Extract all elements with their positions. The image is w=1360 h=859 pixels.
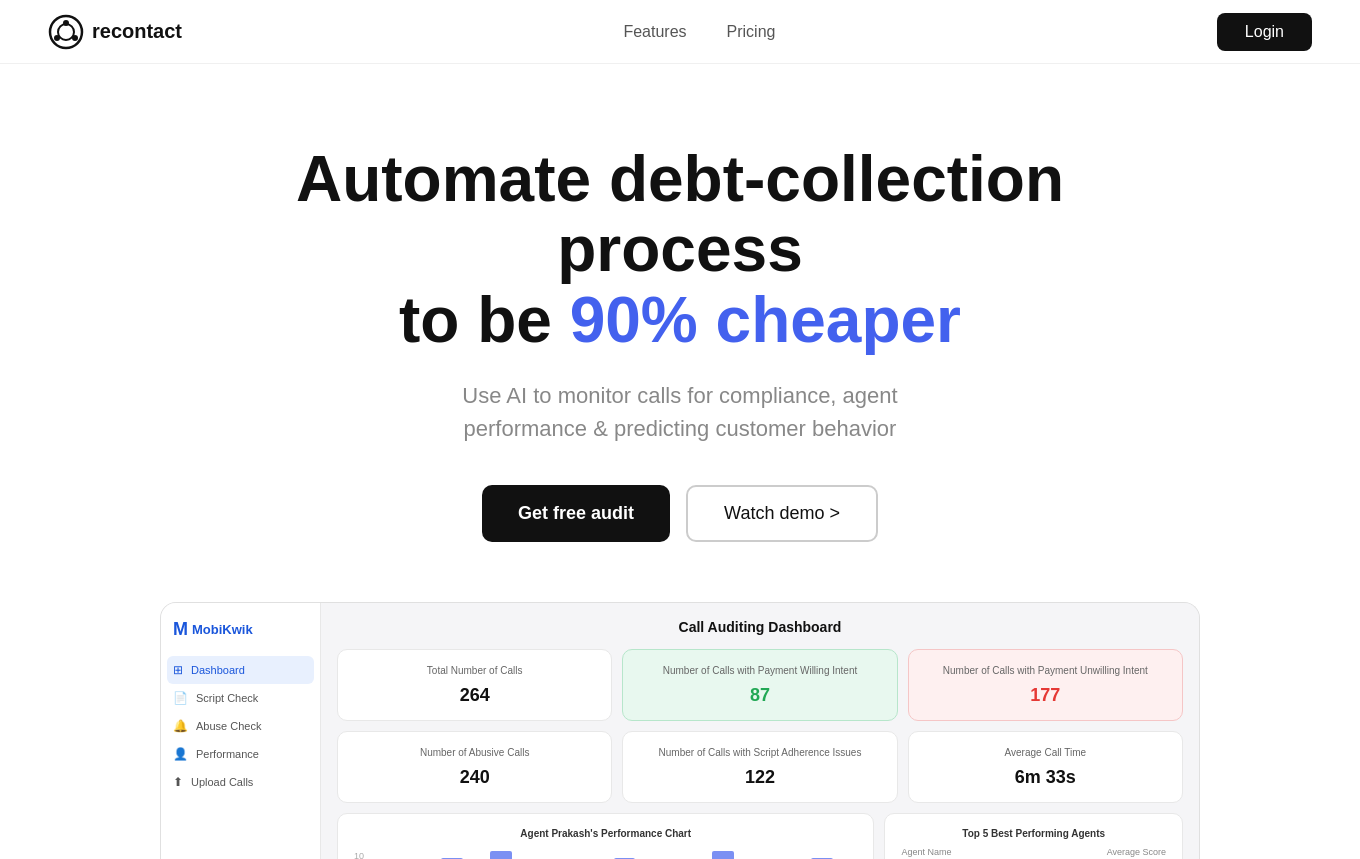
hero-title-highlight: 90% cheaper (570, 284, 961, 356)
nav-links: Features Pricing (623, 23, 775, 41)
card-abusive-label: Number of Abusive Calls (354, 746, 595, 759)
hero-subtitle-line2: performance & predicting customer behavi… (464, 416, 897, 441)
hero-title: Automate debt-collection process to be 9… (230, 144, 1130, 355)
dashboard-sidebar: M MobiKwik ⊞ Dashboard 📄 Script Check 🔔 … (161, 603, 321, 859)
sidebar-item-upload-calls[interactable]: ⬆ Upload Calls (161, 768, 320, 796)
dashboard-title: Call Auditing Dashboard (337, 619, 1183, 635)
dashboard-icon: ⊞ (173, 663, 183, 677)
script-check-icon: 📄 (173, 691, 188, 705)
navbar: recontact Features Pricing Login (0, 0, 1360, 64)
chart-area: 10 (354, 847, 857, 859)
hero-subtitle-line1: Use AI to monitor calls for compliance, … (462, 383, 897, 408)
card-avg-call-time: Average Call Time 6m 33s (908, 731, 1183, 803)
card-unwilling-label: Number of Calls with Payment Unwilling I… (925, 664, 1166, 677)
agents-title: Top 5 Best Performing Agents (901, 828, 1166, 839)
card-willing-value: 87 (639, 685, 880, 706)
card-unwilling-value: 177 (925, 685, 1166, 706)
hero-title-line1: Automate debt-collection process (296, 143, 1064, 285)
card-abusive-value: 240 (354, 767, 595, 788)
card-willing-intent: Number of Calls with Payment Willing Int… (622, 649, 897, 721)
svg-point-2 (63, 20, 69, 26)
chart-title: Agent Prakash's Performance Chart (354, 828, 857, 839)
dashboard-main: Call Auditing Dashboard Total Number of … (321, 603, 1199, 859)
sidebar-item-abuse-check[interactable]: 🔔 Abuse Check (161, 712, 320, 740)
get-free-audit-button[interactable]: Get free audit (482, 485, 670, 542)
performance-icon: 👤 (173, 747, 188, 761)
card-unwilling-intent: Number of Calls with Payment Unwilling I… (908, 649, 1183, 721)
logo: recontact (48, 14, 182, 50)
svg-point-4 (54, 35, 60, 41)
bottom-row: Agent Prakash's Performance Chart 10 Top… (337, 813, 1183, 859)
sidebar-item-performance[interactable]: 👤 Performance (161, 740, 320, 768)
abuse-check-icon: 🔔 (173, 719, 188, 733)
nav-pricing[interactable]: Pricing (727, 23, 776, 41)
nav-features[interactable]: Features (623, 23, 686, 41)
chart-y-label: 10 (354, 851, 364, 859)
sidebar-item-dashboard[interactable]: ⊞ Dashboard (167, 656, 314, 684)
card-script-value: 122 (639, 767, 880, 788)
hero-title-line2-prefix: to be (399, 284, 570, 356)
upload-calls-icon: ⬆ (173, 775, 183, 789)
chart-bar (490, 851, 512, 859)
performance-chart-card: Agent Prakash's Performance Chart 10 (337, 813, 874, 859)
hero-subtitle: Use AI to monitor calls for compliance, … (462, 379, 897, 445)
hero-buttons: Get free audit Watch demo > (482, 485, 878, 542)
agents-header: Agent Name Average Score (901, 847, 1166, 859)
card-avg-time-value: 6m 33s (925, 767, 1166, 788)
sidebar-logo: M MobiKwik (161, 619, 320, 656)
svg-point-1 (58, 24, 74, 40)
cards-row-2: Number of Abusive Calls 240 Number of Ca… (337, 731, 1183, 803)
card-abusive-calls: Number of Abusive Calls 240 (337, 731, 612, 803)
watch-demo-button[interactable]: Watch demo > (686, 485, 878, 542)
card-avg-time-label: Average Call Time (925, 746, 1166, 759)
agents-col1: Agent Name (901, 847, 951, 857)
dashboard-preview: M MobiKwik ⊞ Dashboard 📄 Script Check 🔔 … (160, 602, 1200, 859)
login-button[interactable]: Login (1217, 13, 1312, 51)
svg-point-3 (72, 35, 78, 41)
card-script-issues: Number of Calls with Script Adherence Is… (622, 731, 897, 803)
sidebar-item-script-check[interactable]: 📄 Script Check (161, 684, 320, 712)
card-script-label: Number of Calls with Script Adherence Is… (639, 746, 880, 759)
logo-text: recontact (92, 20, 182, 43)
agents-card: Top 5 Best Performing Agents Agent Name … (884, 813, 1183, 859)
agents-col2: Average Score (1107, 847, 1166, 857)
hero-section: Automate debt-collection process to be 9… (0, 64, 1360, 859)
card-total-calls-label: Total Number of Calls (354, 664, 595, 677)
card-total-calls: Total Number of Calls 264 (337, 649, 612, 721)
cards-row-1: Total Number of Calls 264 Number of Call… (337, 649, 1183, 721)
chart-bar (712, 851, 734, 859)
card-total-calls-value: 264 (354, 685, 595, 706)
card-willing-label: Number of Calls with Payment Willing Int… (639, 664, 880, 677)
logo-icon (48, 14, 84, 50)
